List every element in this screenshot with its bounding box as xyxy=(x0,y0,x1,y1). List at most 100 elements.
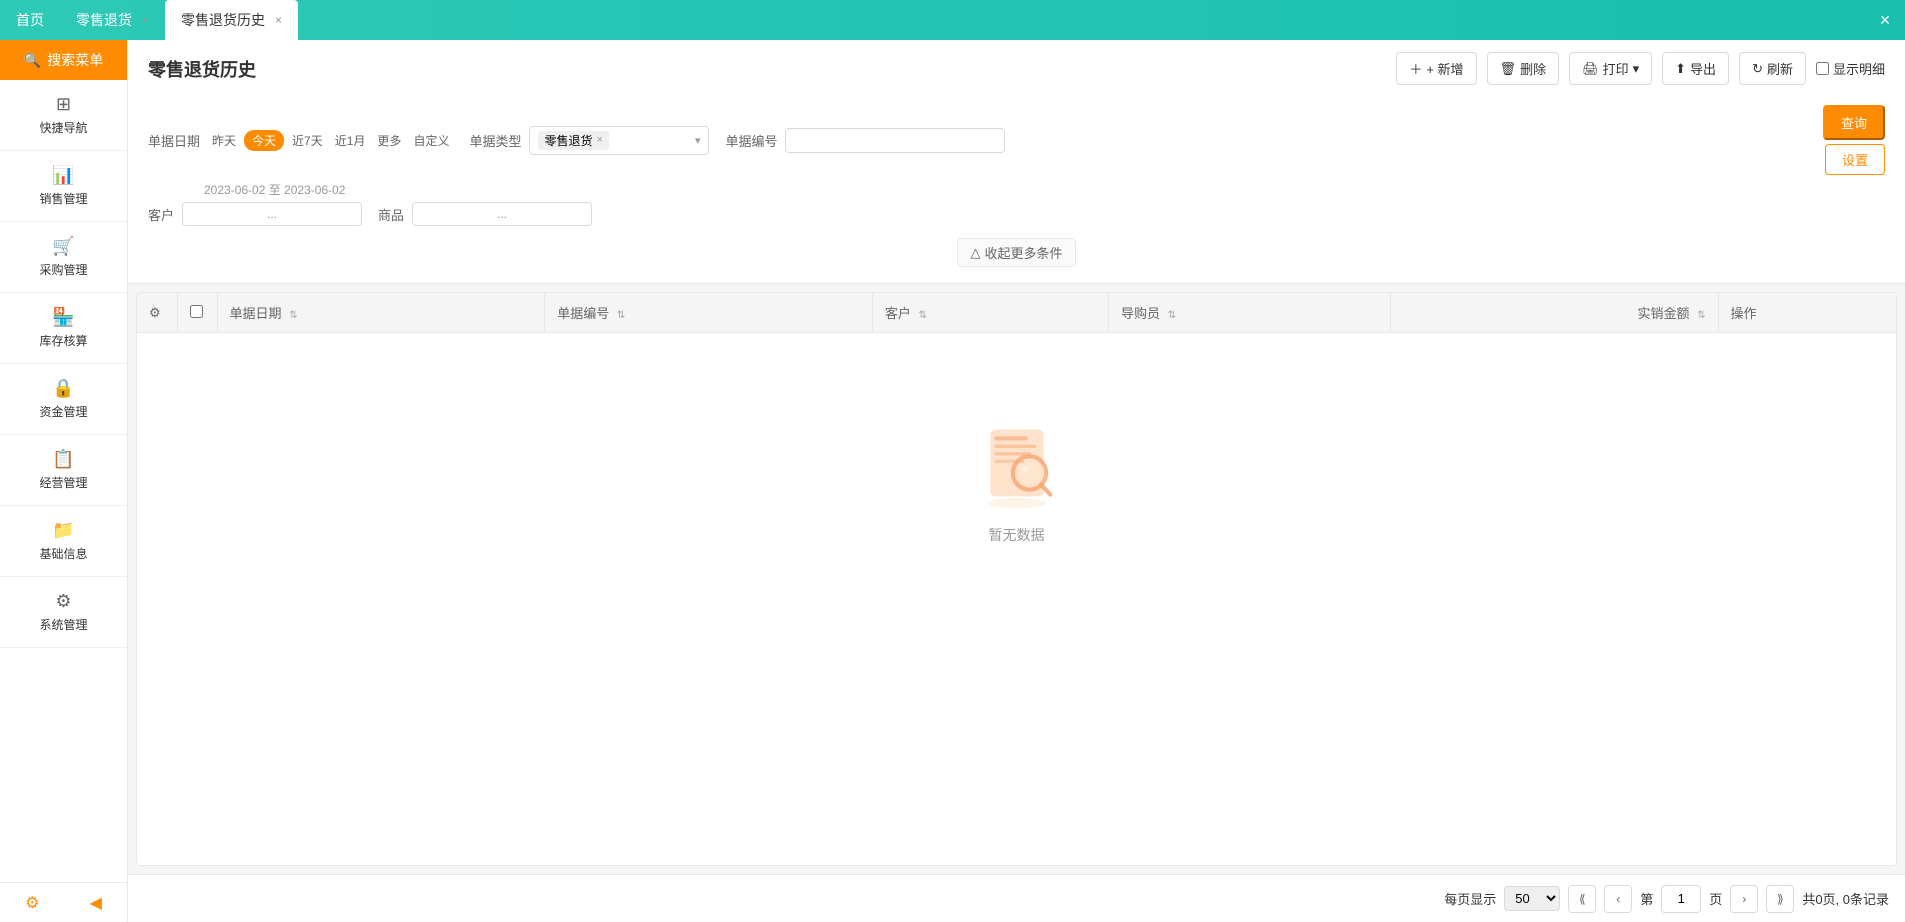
voucher-type-tag-text: 零售退货 xyxy=(544,132,592,149)
table-check-all[interactable] xyxy=(190,305,203,318)
date-range-text: 2023-06-02 至 2023-06-02 xyxy=(204,181,345,198)
page-last-button[interactable]: ⟫ xyxy=(1766,885,1794,913)
content-area: 零售退货历史 ＋ + 新增 🗑 删除 🖨 打印 ▾ xyxy=(128,40,1905,922)
sidebar-item-ops-mgmt[interactable]: 📋 经营管理 xyxy=(0,435,127,506)
table-setting-icon[interactable]: ⚙ xyxy=(149,305,161,320)
show-detail-label: 显示明细 xyxy=(1833,59,1885,78)
th-guide-label: 导购员 xyxy=(1121,306,1160,321)
page-label: 第 xyxy=(1640,889,1653,908)
empty-text: 暂无数据 xyxy=(989,525,1045,545)
settings-icon[interactable]: ⚙ xyxy=(25,893,39,913)
sidebar-search-label: 搜索菜单 xyxy=(47,50,103,70)
page-prev-button[interactable]: ‹ xyxy=(1604,885,1632,913)
refresh-label: 刷新 xyxy=(1767,59,1793,78)
date-btn-7days[interactable]: 近7天 xyxy=(288,130,327,151)
filter-customer-select[interactable]: ... xyxy=(182,202,362,226)
filter-date-group: 昨天 今天 近7天 近1月 更多 自定义 xyxy=(208,130,453,151)
print-chevron-icon: ▾ xyxy=(1633,61,1640,77)
sidebar-item-sys-mgmt[interactable]: ⚙ 系统管理 xyxy=(0,577,127,648)
table-body: 暂无数据 xyxy=(137,333,1896,626)
th-no-sort-icon[interactable]: ⇅ xyxy=(617,310,625,321)
tab-retail-return-history[interactable]: 零售退货历史 × xyxy=(165,0,298,40)
th-action: 操作 xyxy=(1718,293,1896,333)
date-btn-more[interactable]: 更多 xyxy=(373,130,405,151)
page-title: 零售退货历史 xyxy=(148,56,256,82)
filter-area: 单据日期 昨天 今天 近7天 近1月 更多 自定义 单据类型 xyxy=(148,97,1885,283)
filter-date-item: 单据日期 昨天 今天 近7天 近1月 更多 自定义 xyxy=(148,130,453,151)
toolbar-actions: ＋ + 新增 🗑 删除 🖨 打印 ▾ ⬆ 导出 xyxy=(1396,52,1885,85)
tab-retail-return[interactable]: 零售退货 × xyxy=(60,0,165,40)
collapse-sidebar-icon[interactable]: ◀ xyxy=(90,893,102,913)
tab-retail-return-close[interactable]: × xyxy=(142,13,149,27)
finance-icon: 🔒 xyxy=(52,378,74,399)
page-unit: 页 xyxy=(1709,889,1722,908)
refresh-icon: ↻ xyxy=(1752,61,1763,77)
sidebar-item-quick-nav-label: 快捷导航 xyxy=(39,119,87,136)
show-detail-input[interactable] xyxy=(1816,62,1829,75)
search-icon: 🔍 xyxy=(24,52,41,69)
ops-mgmt-icon: 📋 xyxy=(52,449,74,470)
date-btn-yesterday[interactable]: 昨天 xyxy=(208,130,240,151)
tab-home[interactable]: 首页 xyxy=(0,0,60,40)
sidebar-item-finance[interactable]: 🔒 资金管理 xyxy=(0,364,127,435)
th-amount-label: 实销金额 xyxy=(1638,306,1690,321)
voucher-type-tag-close[interactable]: × xyxy=(596,134,602,146)
th-guide-sort-icon[interactable]: ⇅ xyxy=(1168,310,1176,321)
filter-voucher-no-label: 单据编号 xyxy=(725,131,777,150)
sidebar-item-basic-info[interactable]: 📁 基础信息 xyxy=(0,506,127,577)
purchase-mgmt-icon: 🛒 xyxy=(52,236,74,257)
goods-placeholder: ... xyxy=(497,207,507,221)
delete-button[interactable]: 🗑 删除 xyxy=(1487,52,1560,85)
date-btn-custom[interactable]: 自定义 xyxy=(409,130,453,151)
th-customer-label: 客户 xyxy=(885,306,911,321)
sidebar-item-quick-nav[interactable]: ⊞ 快捷导航 xyxy=(0,80,127,151)
tab-retail-return-label: 零售退货 xyxy=(76,10,132,30)
sidebar-item-inventory[interactable]: 🏪 库存核算 xyxy=(0,293,127,364)
page-header: 零售退货历史 ＋ + 新增 🗑 删除 🖨 打印 ▾ xyxy=(128,40,1905,284)
per-page-label: 每页显示 xyxy=(1444,889,1496,908)
page-number-input[interactable] xyxy=(1661,885,1701,913)
date-btn-today[interactable]: 今天 xyxy=(244,130,284,151)
filter-voucher-no-input[interactable] xyxy=(785,128,1005,153)
th-date-label: 单据日期 xyxy=(230,306,282,321)
th-customer-sort-icon[interactable]: ⇅ xyxy=(919,310,927,321)
th-no: 单据编号 ⇅ xyxy=(545,293,873,333)
filter-row-2: 客户 ... 商品 ... xyxy=(148,202,1885,226)
empty-illustration xyxy=(967,413,1067,513)
refresh-button[interactable]: ↻ 刷新 xyxy=(1739,52,1806,85)
page-next-button[interactable]: › xyxy=(1730,885,1758,913)
per-page-select[interactable]: 10 20 50 100 xyxy=(1504,886,1560,911)
date-btn-1month[interactable]: 近1月 xyxy=(331,130,370,151)
delete-icon: 🗑 xyxy=(1500,61,1517,77)
tab-retail-return-history-close[interactable]: × xyxy=(275,13,282,27)
sidebar-nav: ⊞ 快捷导航 📊 销售管理 🛒 采购管理 🏪 库存核算 🔒 资金管理 📋 xyxy=(0,80,127,882)
page-first-button[interactable]: ⟪ xyxy=(1568,885,1596,913)
new-label: + 新增 xyxy=(1426,59,1463,78)
show-detail-checkbox[interactable]: 显示明细 xyxy=(1816,59,1885,78)
export-button[interactable]: ⬆ 导出 xyxy=(1662,52,1729,85)
filter-voucher-type-label: 单据类型 xyxy=(469,131,521,150)
query-button[interactable]: 查询 xyxy=(1823,105,1885,140)
print-button[interactable]: 🖨 打印 ▾ xyxy=(1569,52,1652,85)
new-button[interactable]: ＋ + 新增 xyxy=(1396,52,1476,85)
collapse-button[interactable]: △ 收起更多条件 xyxy=(957,238,1075,267)
th-customer: 客户 ⇅ xyxy=(872,293,1108,333)
th-date-sort-icon[interactable]: ⇅ xyxy=(289,310,297,321)
window-close-button[interactable]: × xyxy=(1865,0,1905,40)
filter-voucher-type-select[interactable]: 零售退货 × ▾ xyxy=(529,126,709,155)
filter-row-date-range: 2023-06-02 至 2023-06-02 xyxy=(204,179,1885,198)
voucher-type-tag: 零售退货 × xyxy=(538,131,608,150)
quick-nav-icon: ⊞ xyxy=(56,94,71,115)
sidebar-item-purchase-mgmt[interactable]: 🛒 采购管理 xyxy=(0,222,127,293)
page-title-row: 零售退货历史 ＋ + 新增 🗑 删除 🖨 打印 ▾ xyxy=(148,52,1885,85)
sidebar-item-finance-label: 资金管理 xyxy=(39,403,87,420)
sidebar-bottom: ⚙ ◀ xyxy=(0,882,127,922)
sales-mgmt-icon: 📊 xyxy=(52,165,74,186)
filter-goods-select[interactable]: ... xyxy=(412,202,592,226)
sidebar-item-sales-mgmt[interactable]: 📊 销售管理 xyxy=(0,151,127,222)
th-amount-sort-icon[interactable]: ⇅ xyxy=(1697,310,1705,321)
th-setting: ⚙ xyxy=(137,293,177,333)
sidebar-search[interactable]: 🔍 搜索菜单 xyxy=(0,40,127,80)
print-icon: 🖨 xyxy=(1582,61,1599,77)
set-button[interactable]: 设置 xyxy=(1825,144,1885,175)
